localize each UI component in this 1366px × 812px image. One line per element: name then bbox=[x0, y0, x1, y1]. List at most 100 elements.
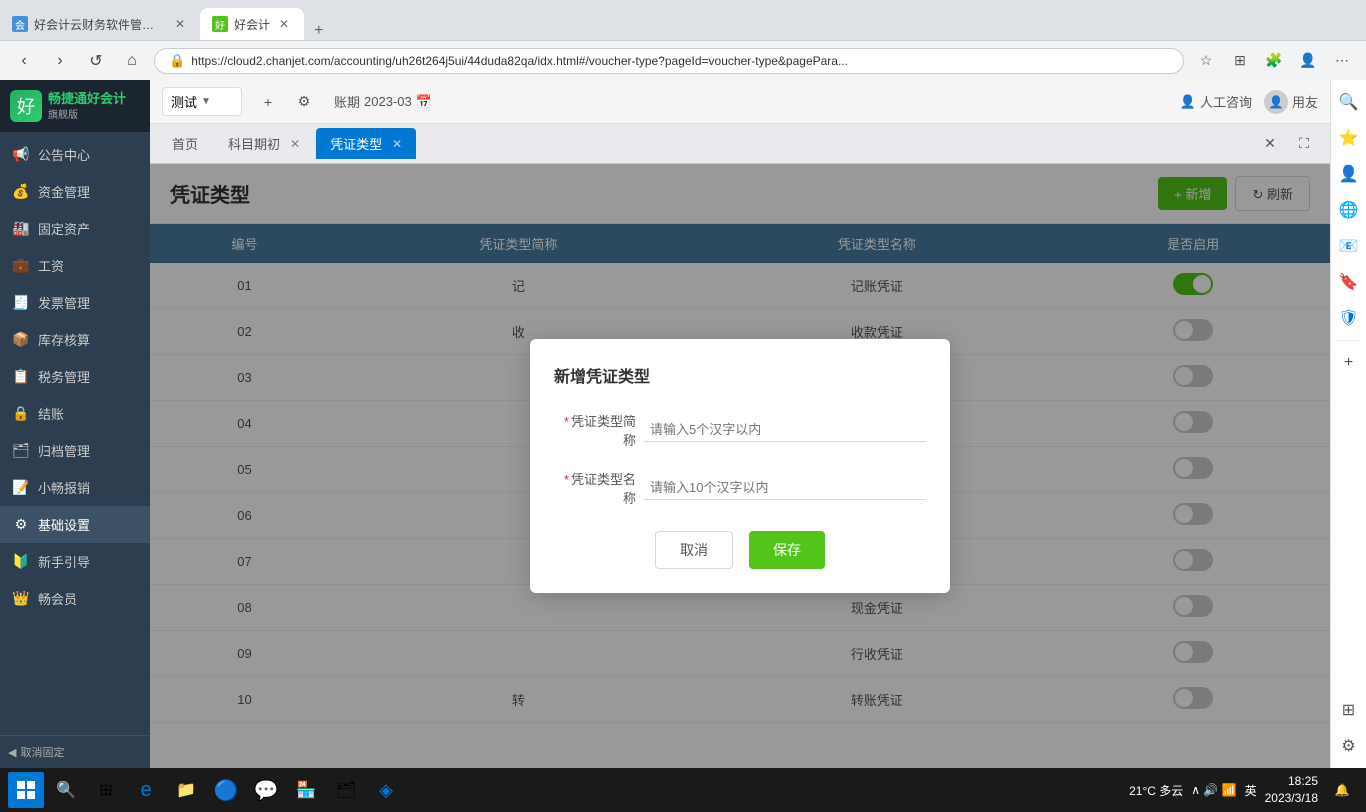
tab-subjects[interactable]: 科目期初 ✕ bbox=[214, 128, 314, 159]
sidebar-item-invoices[interactable]: 🧾 发票管理 bbox=[0, 284, 150, 321]
field-short-label: *凭证类型简称 bbox=[554, 411, 644, 449]
logo-subtitle: 旗舰版 bbox=[48, 106, 126, 121]
taskbar-weather: 21°C 多云 bbox=[1129, 782, 1183, 799]
sidebar-unpin-text: ◀ 取消固定 bbox=[8, 744, 142, 760]
sidebar-item-closing[interactable]: 🔒 结账 bbox=[0, 395, 150, 432]
workspace-selector[interactable]: 测试 ▼ bbox=[162, 87, 242, 116]
right-shield-btn[interactable]: 🛡 bbox=[1335, 304, 1363, 332]
taskbar-time: 18:25 2023/3/18 bbox=[1265, 773, 1318, 807]
taskbar-notification[interactable]: 🔔 bbox=[1326, 774, 1358, 806]
browser-tab-1[interactable]: 会 好会计云财务软件管理系统_会计 ✕ bbox=[0, 8, 200, 40]
modal-overlay: 新增凭证类型 *凭证类型简称 *凭证类型名称 取 bbox=[150, 164, 1330, 768]
reload-button[interactable]: ↺ bbox=[82, 47, 110, 75]
modal-save-btn[interactable]: 保存 bbox=[749, 531, 825, 569]
right-plus-btn[interactable]: + bbox=[1335, 349, 1363, 377]
more-btn[interactable]: ⋯ bbox=[1328, 47, 1356, 75]
sidebar-item-fixed-assets[interactable]: 🏭 固定资产 bbox=[0, 210, 150, 247]
collections-btn[interactable]: ⊞ bbox=[1226, 47, 1254, 75]
tab1-close[interactable]: ✕ bbox=[172, 16, 188, 32]
taskbar-edge2[interactable]: ◈ bbox=[368, 772, 404, 808]
tab-close-panel-btn[interactable]: ✕ bbox=[1256, 130, 1284, 158]
right-star-btn[interactable]: ⭐ bbox=[1335, 124, 1363, 152]
taskbar-wechat[interactable]: 💬 bbox=[248, 772, 284, 808]
url-box[interactable]: 🔒 https://cloud2.chanjet.com/accounting/… bbox=[154, 48, 1184, 74]
sidebar-item-tax[interactable]: 📋 税务管理 bbox=[0, 358, 150, 395]
right-search-btn[interactable]: 🔍 bbox=[1335, 88, 1363, 116]
settings-btn[interactable]: ⚙ bbox=[290, 88, 318, 116]
user-button[interactable]: 👤 用友 bbox=[1264, 90, 1318, 114]
url-text: https://cloud2.chanjet.com/accounting/uh… bbox=[191, 54, 1169, 68]
taskbar-files[interactable]: 🗂 bbox=[328, 772, 364, 808]
back-button[interactable]: ‹ bbox=[10, 47, 38, 75]
profile-btn[interactable]: 👤 bbox=[1294, 47, 1322, 75]
sidebar-menu: 📢 公告中心 💰 资金管理 🏭 固定资产 💼 工资 🧾 发票管理 📦 库 bbox=[0, 132, 150, 735]
funds-label: 资金管理 bbox=[38, 182, 90, 201]
sidebar-item-payroll[interactable]: 💼 工资 bbox=[0, 247, 150, 284]
browser-tab-2[interactable]: 好 好会计 ✕ bbox=[200, 8, 304, 40]
logo-title: 畅捷通好会计 bbox=[48, 91, 126, 107]
taskbar-store[interactable]: 🏪 bbox=[288, 772, 324, 808]
right-settings-btn[interactable]: ⚙ bbox=[1335, 732, 1363, 760]
browser-chrome: 会 好会计云财务软件管理系统_会计 ✕ 好 好会计 ✕ + ‹ › ↺ ⌂ 🔒 … bbox=[0, 0, 1366, 80]
tab-home[interactable]: 首页 bbox=[158, 128, 212, 159]
favorites-btn[interactable]: ☆ bbox=[1192, 47, 1220, 75]
user-label: 用友 bbox=[1292, 92, 1318, 111]
workspace-name: 测试 bbox=[171, 92, 197, 111]
topbar-actions: + ⚙ bbox=[254, 88, 318, 116]
right-person-btn[interactable]: 👤 bbox=[1335, 160, 1363, 188]
support-label: 人工咨询 bbox=[1200, 92, 1252, 111]
taskbar-edge[interactable]: e bbox=[128, 772, 164, 808]
main-content: 测试 ▼ + ⚙ 账期 2023-03 📅 👤 人工咨询 👤 用友 bbox=[150, 80, 1330, 768]
taskbar-chrome[interactable]: 🔵 bbox=[208, 772, 244, 808]
home-button[interactable]: ⌂ bbox=[118, 47, 146, 75]
sidebar-item-funds[interactable]: 💰 资金管理 bbox=[0, 173, 150, 210]
archive-icon: 🗂 bbox=[12, 442, 30, 460]
field-short-input[interactable] bbox=[644, 418, 926, 442]
support-button[interactable]: 👤 人工咨询 bbox=[1180, 92, 1252, 111]
settings-icon: ⚙ bbox=[12, 516, 30, 534]
sidebar-item-member[interactable]: 👑 畅会员 bbox=[0, 580, 150, 617]
form-row-short: *凭证类型简称 bbox=[554, 411, 926, 449]
taskbar-search[interactable]: 🔍 bbox=[48, 772, 84, 808]
modal-title: 新增凭证类型 bbox=[554, 363, 926, 387]
forward-button[interactable]: › bbox=[46, 47, 74, 75]
new-tab-button[interactable]: + bbox=[304, 22, 333, 40]
sidebar-item-announcements[interactable]: 📢 公告中心 bbox=[0, 136, 150, 173]
tab-voucher-type-close[interactable]: ✕ bbox=[392, 137, 402, 151]
tab2-close[interactable]: ✕ bbox=[276, 16, 292, 32]
expense-icon: 📝 bbox=[12, 479, 30, 497]
sidebar-footer[interactable]: ◀ 取消固定 bbox=[0, 735, 150, 768]
calendar-icon[interactable]: 📅 bbox=[416, 94, 432, 110]
taskbar-task-view[interactable]: ⊞ bbox=[88, 772, 124, 808]
tab-subjects-close[interactable]: ✕ bbox=[290, 137, 300, 151]
sidebar-item-guide[interactable]: 🔰 新手引导 bbox=[0, 543, 150, 580]
extensions-btn[interactable]: 🧩 bbox=[1260, 47, 1288, 75]
modal-cancel-btn[interactable]: 取消 bbox=[655, 531, 733, 569]
topbar-right: 👤 人工咨询 👤 用友 bbox=[1180, 90, 1318, 114]
taskbar-explorer[interactable]: 📁 bbox=[168, 772, 204, 808]
sidebar-logo[interactable]: 好 畅捷通好会计 旗舰版 bbox=[0, 80, 150, 132]
tab-expand-btn[interactable]: ⛶ bbox=[1290, 130, 1318, 158]
right-panel: 🔍 ⭐ 👤 🌐 📧 🔖 🛡 + ⊞ ⚙ bbox=[1330, 80, 1366, 768]
right-globe-btn[interactable]: 🌐 bbox=[1335, 196, 1363, 224]
form-row-name: *凭证类型名称 bbox=[554, 469, 926, 507]
tab-voucher-type[interactable]: 凭证类型 ✕ bbox=[316, 128, 416, 159]
inventory-label: 库存核算 bbox=[38, 330, 90, 349]
invoices-label: 发票管理 bbox=[38, 293, 90, 312]
right-bookmark-btn[interactable]: 🔖 bbox=[1335, 268, 1363, 296]
taskbar-language: 英 bbox=[1245, 782, 1257, 799]
add-voucher-type-modal: 新增凭证类型 *凭证类型简称 *凭证类型名称 取 bbox=[530, 339, 950, 593]
announcements-icon: 📢 bbox=[12, 146, 30, 164]
sidebar-item-inventory[interactable]: 📦 库存核算 bbox=[0, 321, 150, 358]
right-email-btn[interactable]: 📧 bbox=[1335, 232, 1363, 260]
sidebar-item-settings[interactable]: ⚙ 基础设置 bbox=[0, 506, 150, 543]
start-button[interactable] bbox=[8, 772, 44, 808]
top-bar: 测试 ▼ + ⚙ 账期 2023-03 📅 👤 人工咨询 👤 用友 bbox=[150, 80, 1330, 124]
page-content: 凭证类型 + 新增 ↻ 刷新 编号 凭证类型简称 凭证类型名称 是否启用 bbox=[150, 164, 1330, 768]
field-name-input[interactable] bbox=[644, 476, 926, 500]
sidebar-item-expense[interactable]: 📝 小畅报销 bbox=[0, 469, 150, 506]
tab-subjects-label: 科目期初 bbox=[228, 134, 280, 153]
sidebar-item-archive[interactable]: 🗂 归档管理 bbox=[0, 432, 150, 469]
right-grid-btn[interactable]: ⊞ bbox=[1335, 696, 1363, 724]
add-workspace-btn[interactable]: + bbox=[254, 88, 282, 116]
